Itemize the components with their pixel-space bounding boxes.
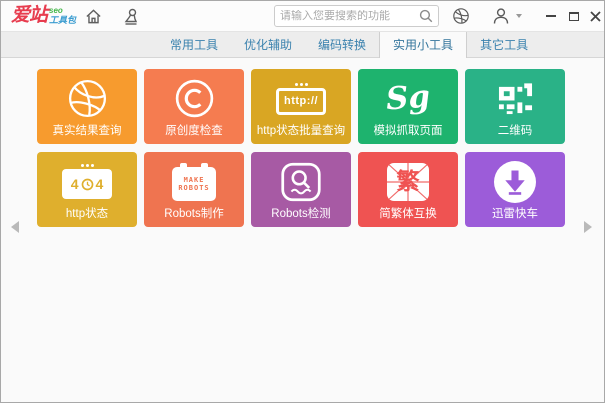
tab-实用小工具[interactable]: 实用小工具 bbox=[379, 32, 467, 58]
app-logo: 爱站 seo 工具包 bbox=[11, 5, 76, 27]
user-button[interactable] bbox=[490, 1, 512, 31]
caret-down-icon bbox=[516, 14, 522, 18]
minimize-button[interactable] bbox=[542, 1, 560, 31]
close-icon bbox=[590, 11, 601, 22]
tool-tile[interactable]: Robots检测 bbox=[251, 152, 351, 227]
tile-label: http状态批量查询 bbox=[251, 125, 351, 144]
maximize-button[interactable] bbox=[565, 1, 583, 31]
tile-label: 原创度检查 bbox=[144, 125, 244, 144]
browser-http-icon: http:// bbox=[251, 69, 351, 125]
tool-tile[interactable]: 真实结果查询 bbox=[37, 69, 137, 144]
tile-label: 模拟抓取页面 bbox=[358, 125, 458, 144]
search-icon[interactable] bbox=[419, 9, 433, 23]
browser-404-icon: 4 4 bbox=[37, 152, 137, 208]
tab-常用工具[interactable]: 常用工具 bbox=[157, 32, 231, 58]
stamp-button[interactable] bbox=[121, 1, 141, 31]
home-icon bbox=[85, 8, 102, 25]
calendar-robots-icon: MAKEROBOTS bbox=[144, 152, 244, 208]
minimize-icon bbox=[546, 15, 556, 17]
tool-tile[interactable]: 二维码 bbox=[465, 69, 565, 144]
tile-label: 简繁体互换 bbox=[358, 208, 458, 227]
copyright-icon bbox=[144, 69, 244, 125]
content-area: 真实结果查询 原创度检查 http://http状态批量查询Sg模拟抓取页面 二… bbox=[1, 58, 604, 402]
stamp-icon bbox=[123, 8, 139, 25]
theme-ball-icon bbox=[452, 7, 470, 25]
tool-tile[interactable]: 4 4http状态 bbox=[37, 152, 137, 227]
tile-label: 迅雷快车 bbox=[465, 208, 565, 227]
tile-label: 真实结果查询 bbox=[37, 125, 137, 144]
tile-label: Robots检测 bbox=[251, 208, 351, 227]
titlebar: 爱站 seo 工具包 bbox=[1, 1, 604, 31]
tab-bar: 常用工具优化辅助编码转换实用小工具其它工具 bbox=[1, 31, 604, 58]
tile-label: http状态 bbox=[37, 208, 137, 227]
next-arrow-icon[interactable] bbox=[584, 221, 592, 233]
prev-arrow-icon[interactable] bbox=[11, 221, 19, 233]
maximize-icon bbox=[569, 12, 579, 21]
qr-code-icon bbox=[465, 69, 565, 125]
dribbble-ball-icon bbox=[37, 69, 137, 125]
search-box bbox=[274, 5, 439, 27]
tile-label: Robots制作 bbox=[144, 208, 244, 227]
user-menu-button[interactable] bbox=[513, 1, 525, 31]
tool-tile[interactable]: 原创度检查 bbox=[144, 69, 244, 144]
magnifier-box-icon bbox=[251, 152, 351, 208]
search-input[interactable] bbox=[280, 10, 419, 22]
tool-grid: 真实结果查询 原创度检查 http://http状态批量查询Sg模拟抓取页面 二… bbox=[37, 69, 565, 227]
user-icon bbox=[492, 7, 510, 25]
logo-main-text: 爱站 bbox=[11, 5, 47, 27]
tab-优化辅助[interactable]: 优化辅助 bbox=[231, 32, 305, 58]
traditional-char-icon: 繁 bbox=[358, 152, 458, 208]
tool-tile[interactable]: MAKEROBOTSRobots制作 bbox=[144, 152, 244, 227]
tool-tile[interactable]: 迅雷快车 bbox=[465, 152, 565, 227]
sg-script-icon: Sg bbox=[358, 69, 458, 125]
logo-seo-text: seo bbox=[49, 7, 76, 15]
tool-tile[interactable]: 繁简繁体互换 bbox=[358, 152, 458, 227]
tab-编码转换[interactable]: 编码转换 bbox=[305, 32, 379, 58]
close-button[interactable] bbox=[586, 1, 604, 31]
app-window: 爱站 seo 工具包 bbox=[0, 0, 605, 403]
theme-button[interactable] bbox=[450, 1, 472, 31]
tool-tile[interactable]: http://http状态批量查询 bbox=[251, 69, 351, 144]
tab-其它工具[interactable]: 其它工具 bbox=[467, 32, 541, 58]
tool-tile[interactable]: Sg模拟抓取页面 bbox=[358, 69, 458, 144]
logo-sub-text: 工具包 bbox=[49, 15, 76, 25]
download-circle-icon bbox=[465, 152, 565, 208]
home-button[interactable] bbox=[83, 1, 103, 31]
tile-label: 二维码 bbox=[465, 125, 565, 144]
